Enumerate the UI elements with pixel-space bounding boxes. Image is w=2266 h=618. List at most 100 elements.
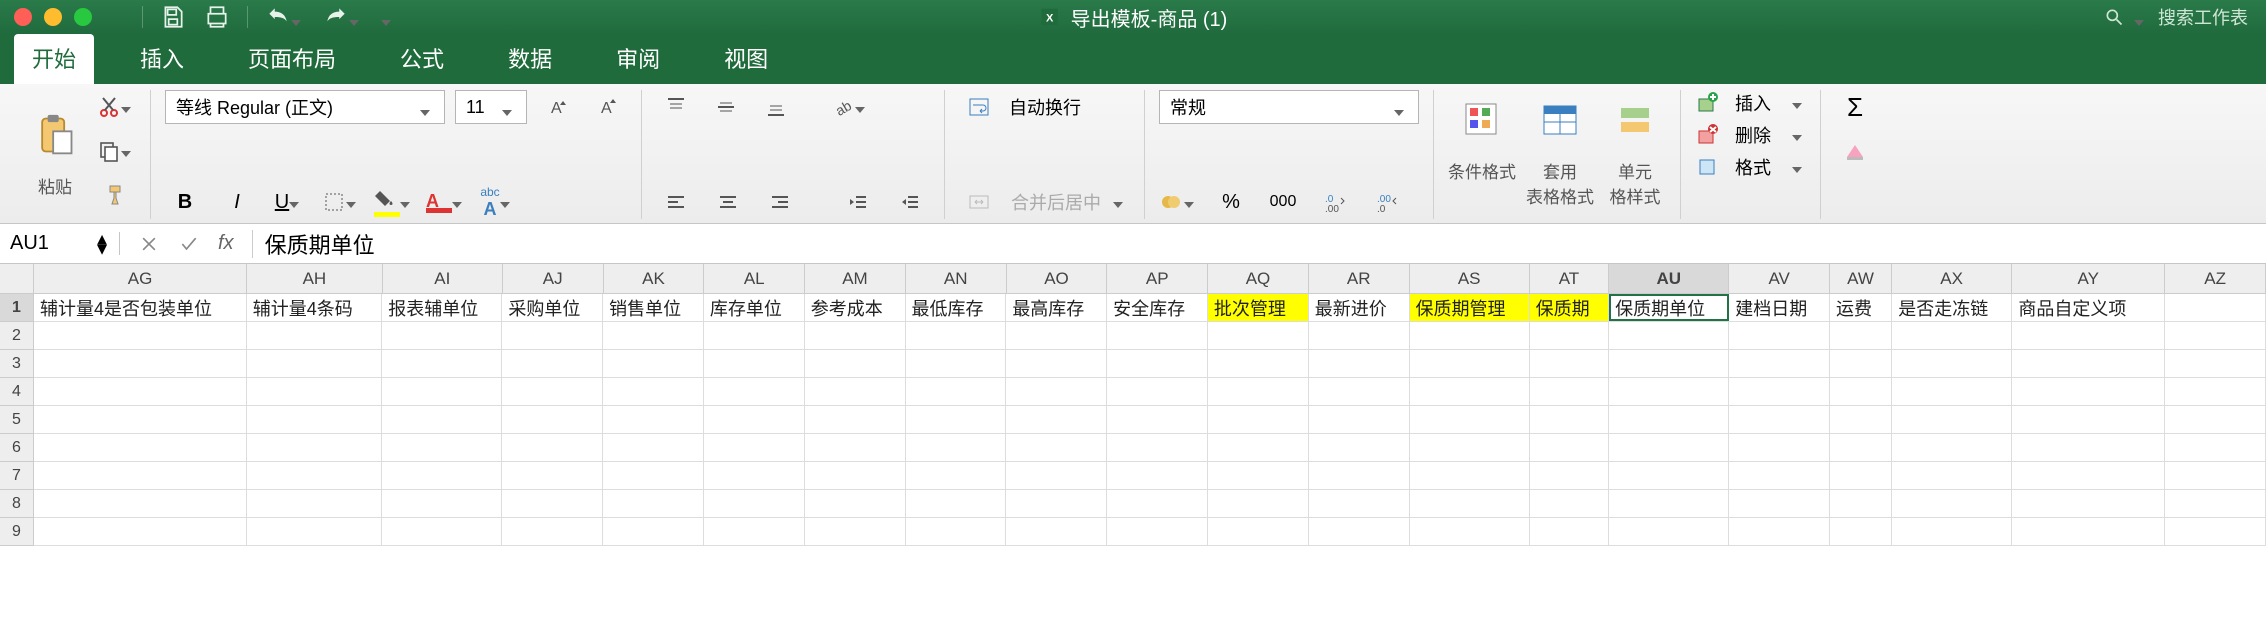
cell[interactable] (247, 322, 383, 349)
decrease-font-button[interactable]: A (587, 90, 627, 124)
cell[interactable] (704, 490, 805, 517)
underline-button[interactable]: U (269, 185, 309, 219)
cell[interactable] (805, 434, 906, 461)
cell[interactable] (1530, 406, 1610, 433)
cell[interactable] (1410, 350, 1530, 377)
percent-format-button[interactable]: % (1211, 185, 1251, 219)
cell[interactable] (805, 350, 906, 377)
cell[interactable] (1530, 490, 1610, 517)
cell[interactable] (805, 490, 906, 517)
column-header[interactable]: AH (247, 264, 383, 293)
formula-input[interactable] (253, 231, 2266, 257)
cell[interactable] (247, 406, 383, 433)
cell[interactable] (2012, 378, 2165, 405)
cut-button[interactable] (96, 90, 136, 124)
tab-home[interactable]: 开始 (14, 34, 94, 84)
cell[interactable] (382, 322, 502, 349)
cell[interactable] (1410, 406, 1530, 433)
cell[interactable] (2165, 378, 2266, 405)
row-header[interactable]: 9 (0, 518, 33, 546)
name-box-down[interactable]: ▾ (95, 244, 109, 254)
number-format-select[interactable]: 常规 (1159, 90, 1419, 124)
column-header[interactable]: AM (805, 264, 906, 293)
cell[interactable] (1530, 378, 1610, 405)
row-header[interactable]: 4 (0, 378, 33, 406)
cell[interactable] (1609, 462, 1729, 489)
minimize-window[interactable] (44, 8, 62, 26)
cell[interactable] (805, 462, 906, 489)
cell[interactable] (906, 462, 1007, 489)
cell[interactable] (1830, 518, 1892, 545)
name-box[interactable]: AU1 ▴ ▾ (0, 232, 120, 255)
cell[interactable] (2012, 490, 2165, 517)
column-header[interactable]: AK (604, 264, 705, 293)
cell[interactable] (2012, 322, 2165, 349)
cell[interactable] (34, 434, 247, 461)
delete-cells-button[interactable]: 删除 (1695, 122, 1806, 148)
cell[interactable] (1609, 378, 1729, 405)
cell[interactable]: 是否走冻链 (1892, 294, 2012, 321)
column-header[interactable]: AQ (1208, 264, 1309, 293)
cell[interactable] (1892, 406, 2012, 433)
font-name-select[interactable]: 等线 Regular (正文) (165, 90, 445, 124)
cell[interactable] (1609, 350, 1729, 377)
cell[interactable] (1729, 490, 1830, 517)
undo-button[interactable] (264, 3, 306, 31)
column-header[interactable]: AN (906, 264, 1007, 293)
column-header[interactable]: AY (2012, 264, 2165, 293)
align-top-button[interactable] (656, 90, 696, 124)
cell[interactable] (502, 490, 603, 517)
paste-button[interactable] (24, 105, 86, 165)
cell[interactable] (1107, 434, 1208, 461)
column-header[interactable]: AX (1892, 264, 2012, 293)
cell[interactable] (1609, 434, 1729, 461)
cell[interactable] (34, 490, 247, 517)
cancel-formula-button[interactable] (138, 233, 160, 255)
column-header[interactable]: AT (1530, 264, 1609, 293)
cell[interactable] (502, 434, 603, 461)
fx-icon[interactable]: fx (218, 232, 234, 255)
cell[interactable] (1309, 518, 1410, 545)
save-button[interactable] (159, 3, 187, 31)
align-center-button[interactable] (708, 185, 748, 219)
cell[interactable] (247, 350, 383, 377)
align-bottom-button[interactable] (756, 90, 796, 124)
cell[interactable] (34, 322, 247, 349)
cell[interactable] (1410, 434, 1530, 461)
cell[interactable] (1530, 462, 1610, 489)
cell[interactable] (247, 518, 383, 545)
cell[interactable] (1208, 462, 1309, 489)
cell[interactable]: 安全库存 (1107, 294, 1208, 321)
cell[interactable] (906, 490, 1007, 517)
cell[interactable] (34, 350, 247, 377)
cell[interactable] (1006, 490, 1107, 517)
cell[interactable] (603, 378, 704, 405)
copy-button[interactable] (96, 134, 136, 168)
cell[interactable] (502, 518, 603, 545)
cell[interactable] (1208, 378, 1309, 405)
borders-button[interactable] (321, 185, 361, 219)
cell[interactable] (2165, 518, 2266, 545)
cell[interactable] (805, 378, 906, 405)
tab-data[interactable]: 数据 (490, 34, 570, 84)
cell[interactable] (1609, 322, 1729, 349)
cell[interactable] (2165, 434, 2266, 461)
cell[interactable] (2012, 406, 2165, 433)
cell[interactable]: 参考成本 (805, 294, 906, 321)
cell[interactable] (1530, 518, 1610, 545)
cell[interactable]: 商品自定义项 (2012, 294, 2165, 321)
qat-customize[interactable] (380, 9, 396, 25)
cell[interactable] (1309, 378, 1410, 405)
cell[interactable]: 建档日期 (1729, 294, 1830, 321)
cell[interactable] (1208, 350, 1309, 377)
cell[interactable] (1729, 378, 1830, 405)
align-middle-button[interactable] (706, 90, 746, 124)
cell[interactable] (1208, 490, 1309, 517)
cell[interactable] (1609, 406, 1729, 433)
cell[interactable] (603, 490, 704, 517)
cell[interactable] (382, 406, 502, 433)
cell[interactable] (1410, 378, 1530, 405)
cell[interactable] (1830, 434, 1892, 461)
cell[interactable] (603, 518, 704, 545)
cell[interactable] (1309, 462, 1410, 489)
